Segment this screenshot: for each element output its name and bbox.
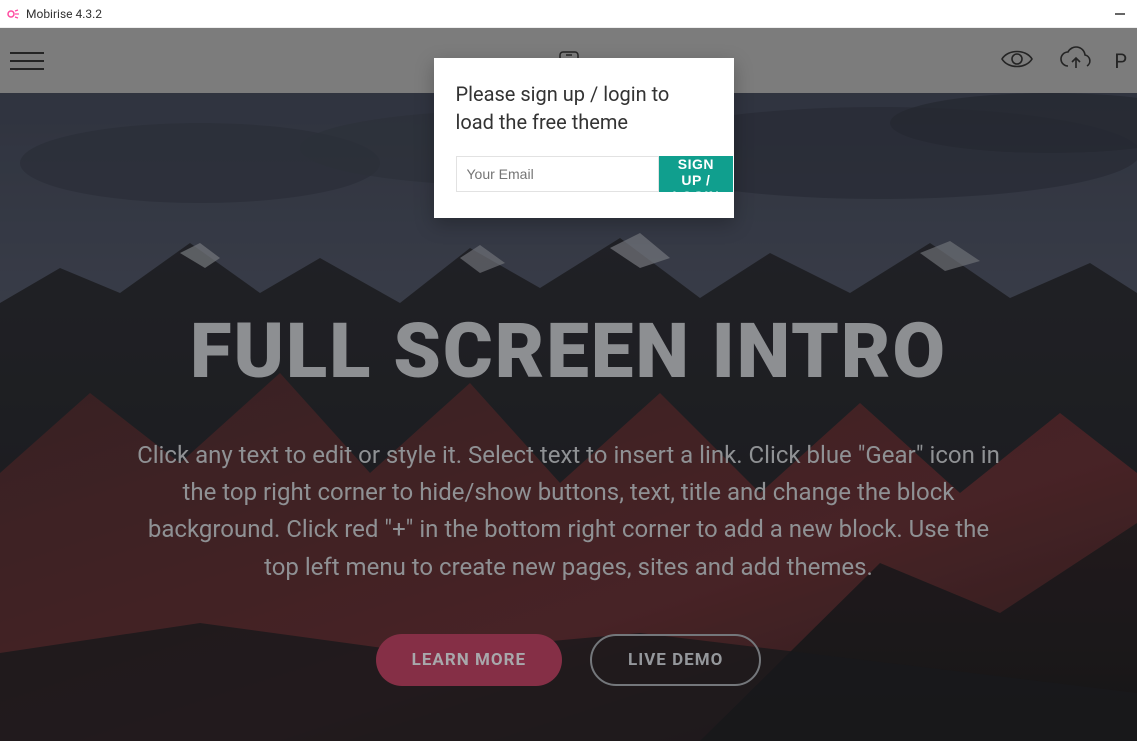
publish-cloud-icon[interactable] xyxy=(1058,46,1094,76)
preview-eye-icon[interactable] xyxy=(1000,47,1034,75)
hero-description[interactable]: Click any text to edit or style it. Sele… xyxy=(89,437,1049,586)
learn-more-button[interactable]: LEARN MORE xyxy=(376,634,562,686)
window-minimize-button[interactable] xyxy=(1111,5,1129,23)
login-dialog: Please sign up / login to load the free … xyxy=(434,58,734,218)
app-title: Mobirise 4.3.2 xyxy=(26,7,102,21)
live-demo-button[interactable]: LIVE DEMO xyxy=(590,634,761,686)
dialog-message: Please sign up / login to load the free … xyxy=(456,80,712,136)
publish-label: P xyxy=(1114,49,1127,73)
hero-title[interactable]: FULL SCREEN INTRO xyxy=(190,313,947,389)
app-icon xyxy=(6,7,20,21)
menu-button[interactable] xyxy=(10,41,60,81)
window-titlebar: Mobirise 4.3.2 xyxy=(0,0,1137,28)
signup-login-button[interactable]: SIGN UP / LOGIN xyxy=(659,156,734,192)
email-input[interactable] xyxy=(456,156,659,192)
